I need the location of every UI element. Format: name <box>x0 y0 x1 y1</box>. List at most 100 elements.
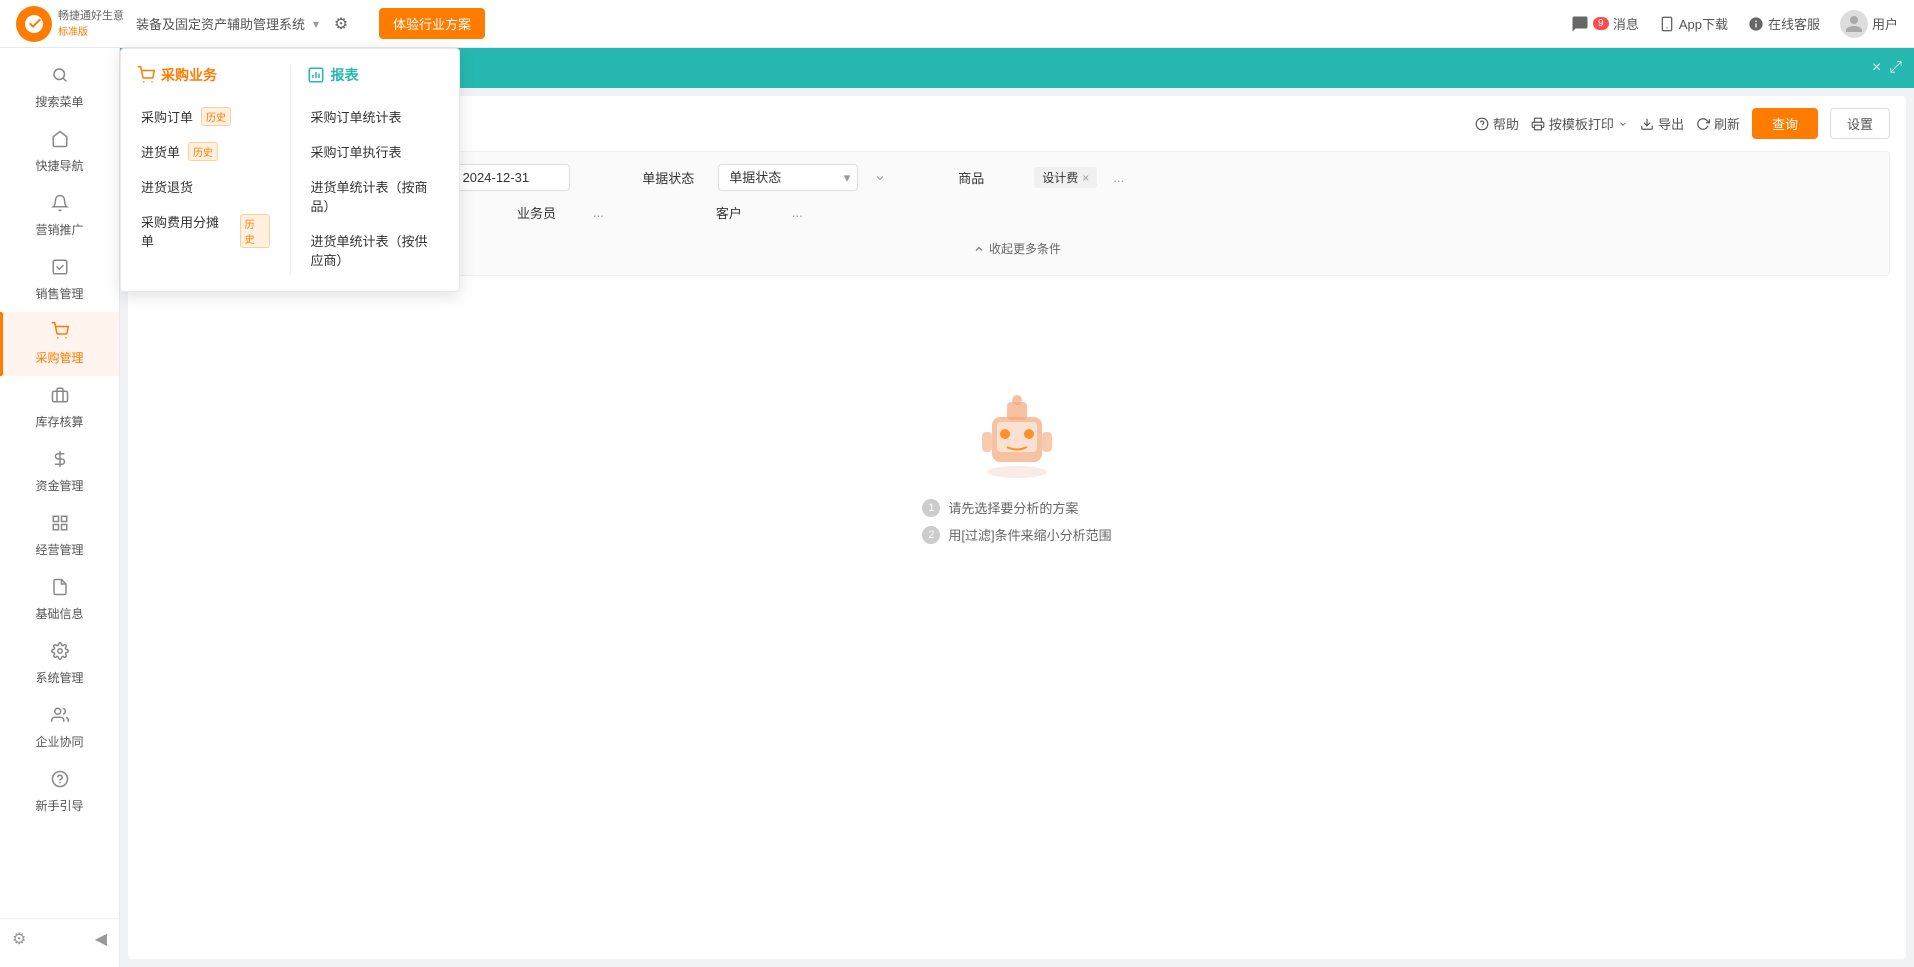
dropdown-item-inbound-stat-goods[interactable]: 进货单统计表（按商品） <box>307 171 444 221</box>
guide-icon <box>51 770 69 793</box>
sidebar-item-basic-info[interactable]: 基础信息 <box>0 568 119 632</box>
sidebar-item-purchase[interactable]: 采购管理 <box>0 312 119 376</box>
dropdown-divider <box>290 65 291 275</box>
doc-status-select-wrap: 单据状态 <box>718 164 858 191</box>
logo-text: 畅捷通好生意 <box>58 9 124 23</box>
system-title-area: 装备及固定资产辅助管理系统 ▾ ⚙ 体验行业方案 <box>136 8 1571 39</box>
refresh-label: 刷新 <box>1714 114 1740 133</box>
enterprise-icon <box>51 706 69 729</box>
goods-more[interactable]: ... <box>1113 170 1124 185</box>
print-btn[interactable]: 按模板打印 <box>1531 114 1628 133</box>
sidebar-item-inventory[interactable]: 库存核算 <box>0 376 119 440</box>
sidebar-label-marketing: 营销推广 <box>35 221 83 238</box>
customer-label: 客户 <box>716 203 776 222</box>
logo-area: 畅捷通好生意 标准版 <box>16 6 136 42</box>
sidebar-item-marketing[interactable]: 营销推广 <box>0 184 119 248</box>
industry-btn[interactable]: 体验行业方案 <box>379 8 485 39</box>
print-dropdown-icon <box>1618 119 1628 129</box>
dropdown-item-inbound[interactable]: 进货单 历史 <box>137 136 274 167</box>
dropdown-item-return[interactable]: 进货退货 <box>137 171 274 202</box>
message-badge: 9 <box>1593 17 1609 30</box>
sidebar-item-sales[interactable]: 销售管理 <box>0 248 119 312</box>
purchase-menu-icon <box>137 66 155 84</box>
sidebar-label-basic-info: 基础信息 <box>35 605 83 622</box>
dropdown-item-purchase-order-label: 采购订单 <box>141 107 193 126</box>
refresh-icon <box>1696 117 1710 131</box>
topbar: 畅捷通好生意 标准版 装备及固定资产辅助管理系统 ▾ ⚙ 体验行业方案 9 消息… <box>0 0 1914 48</box>
dropdown-col-purchase-title: 采购业务 <box>137 65 274 89</box>
salesperson-more[interactable]: ... <box>593 205 604 220</box>
goods-tag-text: 设计费 <box>1042 169 1078 186</box>
customer-more[interactable]: ... <box>792 205 803 220</box>
sidebar-collapse-btn[interactable]: ◀ <box>95 929 107 949</box>
report-menu-icon <box>307 66 325 84</box>
dropdown-item-fee-label: 采购费用分摊单 <box>141 212 232 250</box>
purchase-dropdown-menu: 采购业务 采购订单 历史 进货单 历史 进货退货 采购费用分摊单 历史 <box>120 48 460 292</box>
print-icon <box>1531 117 1545 131</box>
dropdown-item-return-label: 进货退货 <box>141 177 193 196</box>
empty-tip-1: 1 请先选择要分析的方案 <box>922 498 1111 517</box>
sidebar-label-finance: 资金管理 <box>35 477 83 494</box>
help-label: 帮助 <box>1493 114 1519 133</box>
goods-label: 商品 <box>958 168 1018 187</box>
sidebar-label-sales: 销售管理 <box>35 285 83 302</box>
user-btn[interactable]: 用户 <box>1840 10 1898 38</box>
dropdown-item-order-stat[interactable]: 采购订单统计表 <box>307 101 444 132</box>
hist-tag-purchase-order: 历史 <box>201 107 231 126</box>
operations-icon <box>51 514 69 537</box>
marketing-icon <box>51 194 69 217</box>
sidebar-item-system[interactable]: 系统管理 <box>0 632 119 696</box>
home-icon <box>51 130 69 153</box>
refresh-btn[interactable]: 刷新 <box>1696 114 1740 133</box>
goods-tag-close[interactable]: × <box>1082 171 1089 185</box>
empty-state: 1 请先选择要分析的方案 2 用[过滤]条件来缩小分析范围 <box>144 288 1890 638</box>
tip-text-1: 请先选择要分析的方案 <box>948 498 1078 517</box>
service-icon <box>1748 16 1764 32</box>
sidebar-label-operations: 经营管理 <box>35 541 83 558</box>
sidebar-item-quick-nav[interactable]: 快捷导航 <box>0 120 119 184</box>
message-btn[interactable]: 9 消息 <box>1571 14 1639 33</box>
dropdown-item-order-exec[interactable]: 采购订单执行表 <box>307 136 444 167</box>
sidebar-label-inventory: 库存核算 <box>35 413 83 430</box>
dropdown-col-purchase-title-text: 采购业务 <box>161 65 217 85</box>
finance-icon <box>51 450 69 473</box>
app-download-btn[interactable]: App下载 <box>1659 14 1728 33</box>
sidebar-item-guide[interactable]: 新手引导 <box>0 760 119 824</box>
sidebar-bottom: ⚙ ◀ <box>0 918 119 959</box>
user-label: 用户 <box>1872 14 1898 33</box>
window-expand-btn[interactable]: ⤢ <box>1889 59 1902 77</box>
sales-icon <box>51 258 69 281</box>
service-label: 在线客服 <box>1768 14 1820 33</box>
dropdown-col-report: 报表 采购订单统计表 采购订单执行表 进货单统计表（按商品） 进货单统计表（按供… <box>307 65 444 275</box>
message-icon <box>1571 15 1589 33</box>
online-service-btn[interactable]: 在线客服 <box>1748 14 1820 33</box>
dropdown-item-purchase-order[interactable]: 采购订单 历史 <box>137 101 274 132</box>
sidebar-label-search: 搜索菜单 <box>35 93 83 110</box>
dropdown-item-inbound-label: 进货单 <box>141 142 180 161</box>
dropdown-item-inbound-stat-supplier[interactable]: 进货单统计表（按供应商） <box>307 225 444 275</box>
query-btn[interactable]: 查询 <box>1752 108 1818 139</box>
export-icon <box>1640 117 1654 131</box>
system-title-dropdown[interactable]: ▾ <box>313 17 319 31</box>
sidebar-item-enterprise[interactable]: 企业协同 <box>0 696 119 760</box>
help-btn[interactable]: 帮助 <box>1475 114 1519 133</box>
app-label: App下载 <box>1679 14 1728 33</box>
empty-tip-2: 2 用[过滤]条件来缩小分析范围 <box>922 525 1111 544</box>
phone-icon <box>1659 16 1675 32</box>
window-close-btn[interactable]: × <box>1872 59 1881 77</box>
export-btn[interactable]: 导出 <box>1640 114 1684 133</box>
doc-status-select[interactable]: 单据状态 <box>718 164 858 191</box>
sidebar-item-search[interactable]: 搜索菜单 <box>0 56 119 120</box>
system-title-text: 装备及固定资产辅助管理系统 <box>136 14 305 33</box>
doc-status-dropdown-icon <box>874 172 886 184</box>
dropdown-item-fee[interactable]: 采购费用分摊单 历史 <box>137 206 274 256</box>
sidebar-label-purchase: 采购管理 <box>35 349 83 366</box>
avatar <box>1840 10 1868 38</box>
settings-icon[interactable]: ⚙ <box>327 10 355 38</box>
sidebar-item-operations[interactable]: 经营管理 <box>0 504 119 568</box>
sidebar-item-finance[interactable]: 资金管理 <box>0 440 119 504</box>
sidebar-settings-btn[interactable]: ⚙ <box>12 929 26 949</box>
collapse-label: 收起更多条件 <box>989 240 1061 257</box>
sidebar-label-system: 系统管理 <box>35 669 83 686</box>
settings-btn[interactable]: 设置 <box>1830 108 1890 139</box>
